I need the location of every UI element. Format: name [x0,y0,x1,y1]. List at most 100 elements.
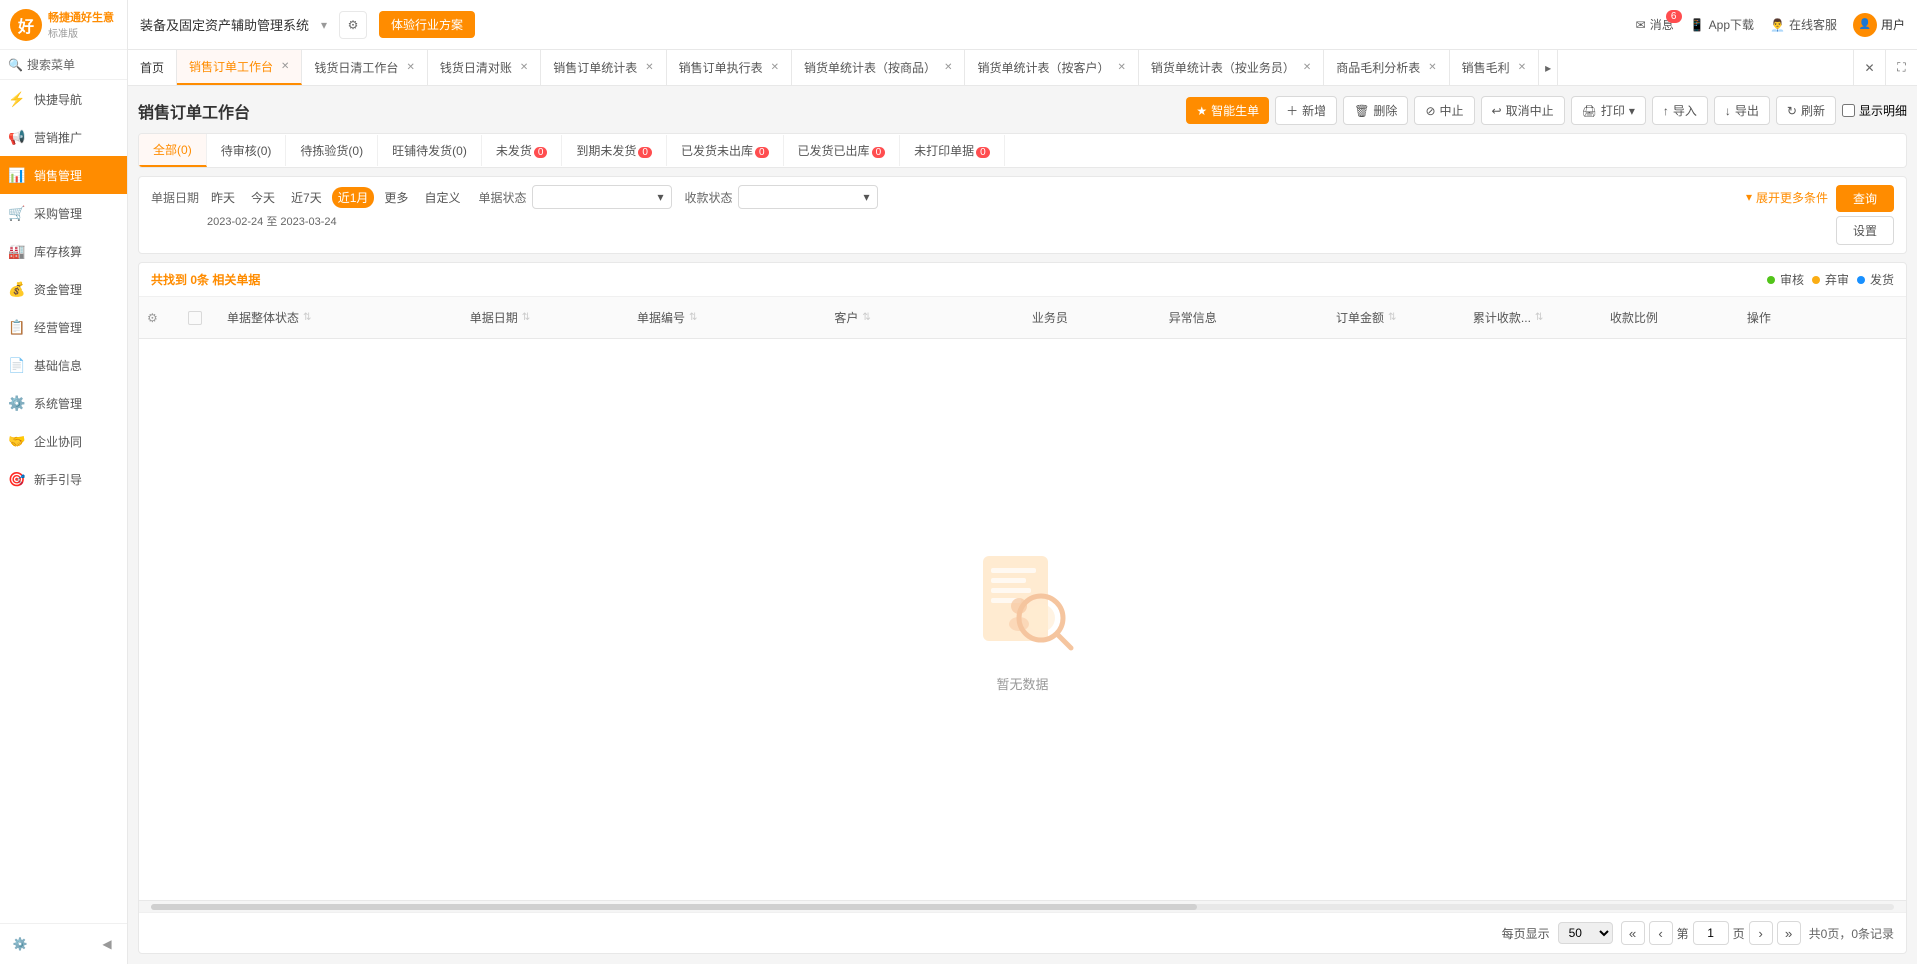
tab-sales-exec-close[interactable]: ✕ [771,62,779,73]
tab-cash-reconcile[interactable]: 钱货日清对账 ✕ [428,50,541,85]
tab-sales-stats[interactable]: 销售订单统计表 ✕ [541,50,666,85]
sidebar-item-sales[interactable]: 📊 销售管理 [0,156,127,194]
refresh-btn[interactable]: ↻ 刷新 [1776,96,1836,125]
sidebar-item-quick-nav[interactable]: ⚡ 快捷导航 [0,80,127,118]
search-menu[interactable]: 🔍 搜索菜单 [0,50,127,80]
tab-sales-workbench-close[interactable]: ✕ [281,61,289,72]
print-label: 打印 [1601,102,1625,119]
tabs-more-btn[interactable]: ▸ [1539,50,1558,85]
subtab-wangpu[interactable]: 旺铺待发货(0) [378,135,482,166]
filter-expand-btn[interactable]: ▾ 展开更多条件 [1746,189,1828,206]
add-btn[interactable]: ＋ 新增 [1275,96,1337,125]
tab-sales-exec[interactable]: 销售订单执行表 ✕ [667,50,792,85]
scroll-thumb[interactable] [151,904,1197,910]
print-btn[interactable]: 🖨 打印 ▾ [1571,96,1646,125]
user-menu[interactable]: 👤 用户 [1853,13,1905,37]
subtab-not-printed[interactable]: 未打印单据0 [900,135,1005,166]
prev-page-btn[interactable]: ‹ [1649,921,1673,945]
cancel-action-btn[interactable]: 弃审 [1812,271,1849,288]
tab-cash-daily-label: 钱货日清工作台 [314,59,398,76]
topbar-dropdown-arrow[interactable]: ▾ [321,18,327,32]
tab-sales-stats-cust[interactable]: 销货单统计表（按客户） ✕ [965,50,1138,85]
tab-product-margin[interactable]: 商品毛利分析表 ✕ [1324,50,1449,85]
tab-close-all-btn[interactable]: ✕ [1853,50,1885,86]
subtab-not-shipped[interactable]: 未发货0 [482,135,563,166]
stop-btn[interactable]: ⊘ 中止 [1414,96,1474,125]
filter-quick-yesterday[interactable]: 昨天 [205,187,241,208]
sidebar-item-system[interactable]: ⚙️ 系统管理 [0,384,127,422]
select-all-checkbox[interactable] [188,311,202,325]
show-detail-checkbox[interactable] [1842,104,1855,117]
col-settings-icon[interactable]: ⚙ [139,311,166,325]
th-date[interactable]: 单据日期 [462,305,629,330]
th-client[interactable]: 客户 [826,305,1023,330]
per-page-select[interactable]: 20 50 100 [1558,922,1613,944]
subtab-shipped-not-out[interactable]: 已发货未出库0 [667,135,784,166]
filter-quick-today[interactable]: 今天 [245,187,281,208]
filter-status-select[interactable]: ▾ [532,185,672,209]
tab-product-margin-close[interactable]: ✕ [1428,62,1436,73]
industry-solution-btn[interactable]: 体验行业方案 [379,11,475,38]
sidebar-item-purchase[interactable]: 🛒 采购管理 [0,194,127,232]
export-btn[interactable]: ↓ 导出 [1714,96,1770,125]
set-btn[interactable]: 设置 [1836,216,1894,245]
subtab-all[interactable]: 全部(0) [139,134,207,167]
message-btn[interactable]: ✉ 消息 6 [1636,16,1674,33]
sidebar-item-enterprise[interactable]: 🤝 企业协同 [0,422,127,460]
pagination: 每页显示 20 50 100 « ‹ 第 页 › » 共0页，0条记录 [139,912,1906,953]
filter-quick-7days[interactable]: 近7天 [285,187,328,208]
filter-quick-custom[interactable]: 自定义 [418,187,466,208]
subtab-pending-check[interactable]: 待拣验货(0) [286,135,378,166]
show-detail-label[interactable]: 显示明细 [1842,102,1907,119]
topbar-settings-btn[interactable]: ⚙ [339,11,367,39]
sidebar-item-inventory[interactable]: 🏭 库存核算 [0,232,127,270]
tab-cash-reconcile-close[interactable]: ✕ [520,62,528,73]
filter-quick-more[interactable]: 更多 [378,187,414,208]
tab-sales-stats-staff-close[interactable]: ✕ [1303,62,1311,73]
query-btn[interactable]: 查询 [1836,185,1894,212]
scroll-area[interactable] [139,900,1906,912]
sidebar-item-marketing[interactable]: 📢 营销推广 [0,118,127,156]
th-status[interactable]: 单据整体状态 [219,305,462,330]
tab-sales-stats-staff[interactable]: 销货单统计表（按业务员） ✕ [1139,50,1324,85]
th-no[interactable]: 单据编号 [629,305,826,330]
sidebar-item-finance[interactable]: 💰 资金管理 [0,270,127,308]
tab-sales-profit[interactable]: 销售毛利 ✕ [1450,50,1539,85]
tab-sales-stats-close[interactable]: ✕ [645,62,653,73]
tab-home[interactable]: 首页 [128,50,177,85]
tab-sales-stats-cust-close[interactable]: ✕ [1117,62,1125,73]
subtab-overdue[interactable]: 到期未发货0 [562,135,667,166]
first-page-btn[interactable]: « [1621,921,1645,945]
settings-bottom-icon[interactable]: ⚙️ [8,932,32,956]
tab-sales-stats-prod[interactable]: 销货单统计表（按商品） ✕ [792,50,965,85]
tab-cash-daily[interactable]: 钱货日清工作台 ✕ [302,50,427,85]
app-download-btn[interactable]: 📱 App下载 [1690,16,1754,33]
cancel-stop-btn[interactable]: ↩ 取消中止 [1481,96,1565,125]
th-collected[interactable]: 累计收款... [1465,305,1602,330]
tab-sales-stats-prod-close[interactable]: ✕ [944,62,952,73]
subtab-pending-review[interactable]: 待审核(0) [207,135,287,166]
sidebar-item-basic[interactable]: 📄 基础信息 [0,346,127,384]
collapse-sidebar-icon[interactable]: ◀ [95,932,119,956]
scroll-track[interactable] [151,904,1894,910]
subtab-shipped-out[interactable]: 已发货已出库0 [784,135,901,166]
tab-cash-daily-close[interactable]: ✕ [406,62,414,73]
tab-sales-workbench[interactable]: 销售订单工作台 ✕ [177,50,302,85]
next-page-btn[interactable]: › [1749,921,1773,945]
page-number-input[interactable] [1693,921,1729,945]
tab-maximize-btn[interactable]: ⛶ [1885,50,1917,86]
delete-btn[interactable]: 🗑 删除 [1343,96,1408,125]
audit-action-btn[interactable]: 审核 [1767,271,1804,288]
last-page-btn[interactable]: » [1777,921,1801,945]
smart-create-btn[interactable]: ★ 智能生单 [1186,97,1269,124]
th-amount[interactable]: 订单金额 [1328,305,1465,330]
import-btn[interactable]: ↑ 导入 [1652,96,1708,125]
sidebar-item-operations[interactable]: 📋 经营管理 [0,308,127,346]
ship-action-btn[interactable]: 发货 [1857,271,1894,288]
online-service-btn[interactable]: 👨‍💼 在线客服 [1770,16,1837,33]
filter-quick-1month[interactable]: 近1月 [332,187,375,208]
system-icon: ⚙️ [8,394,26,412]
tab-sales-profit-close[interactable]: ✕ [1518,62,1526,73]
sidebar-item-guide[interactable]: 🎯 新手引导 [0,460,127,498]
filter-collection-select[interactable]: ▾ [738,185,878,209]
